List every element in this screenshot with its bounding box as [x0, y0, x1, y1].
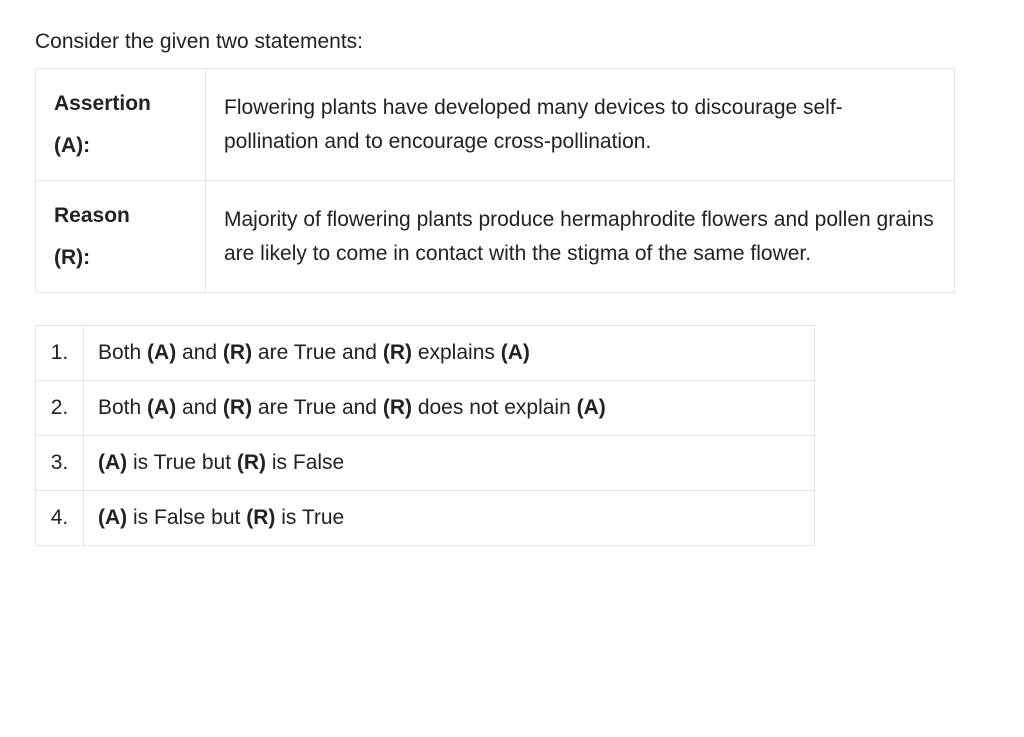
option-row: 4. (A) is False but (R) is True	[36, 491, 815, 546]
assertion-label-name: Assertion	[54, 87, 197, 121]
assertion-row: Assertion (A): Flowering plants have dev…	[36, 69, 955, 181]
option-number: 1.	[36, 326, 84, 381]
instruction-text: Consider the given two statements:	[35, 30, 989, 54]
reason-label-cell: Reason (R):	[36, 181, 206, 293]
options-table: 1. Both (A) and (R) are True and (R) exp…	[35, 325, 815, 546]
option-number: 3.	[36, 436, 84, 491]
reason-label-code: (R):	[54, 241, 197, 275]
option-number: 2.	[36, 381, 84, 436]
option-row: 3. (A) is True but (R) is False	[36, 436, 815, 491]
option-row: 1. Both (A) and (R) are True and (R) exp…	[36, 326, 815, 381]
reason-label-name: Reason	[54, 199, 197, 233]
option-text: (A) is True but (R) is False	[84, 436, 815, 491]
option-text: Both (A) and (R) are True and (R) explai…	[84, 326, 815, 381]
statement-table: Assertion (A): Flowering plants have dev…	[35, 68, 955, 293]
option-row: 2. Both (A) and (R) are True and (R) doe…	[36, 381, 815, 436]
option-text: Both (A) and (R) are True and (R) does n…	[84, 381, 815, 436]
option-text: (A) is False but (R) is True	[84, 491, 815, 546]
assertion-text-cell: Flowering plants have developed many dev…	[206, 69, 955, 181]
reason-text-cell: Majority of flowering plants produce her…	[206, 181, 955, 293]
assertion-label-code: (A):	[54, 129, 197, 163]
reason-row: Reason (R): Majority of flowering plants…	[36, 181, 955, 293]
option-number: 4.	[36, 491, 84, 546]
assertion-label-cell: Assertion (A):	[36, 69, 206, 181]
